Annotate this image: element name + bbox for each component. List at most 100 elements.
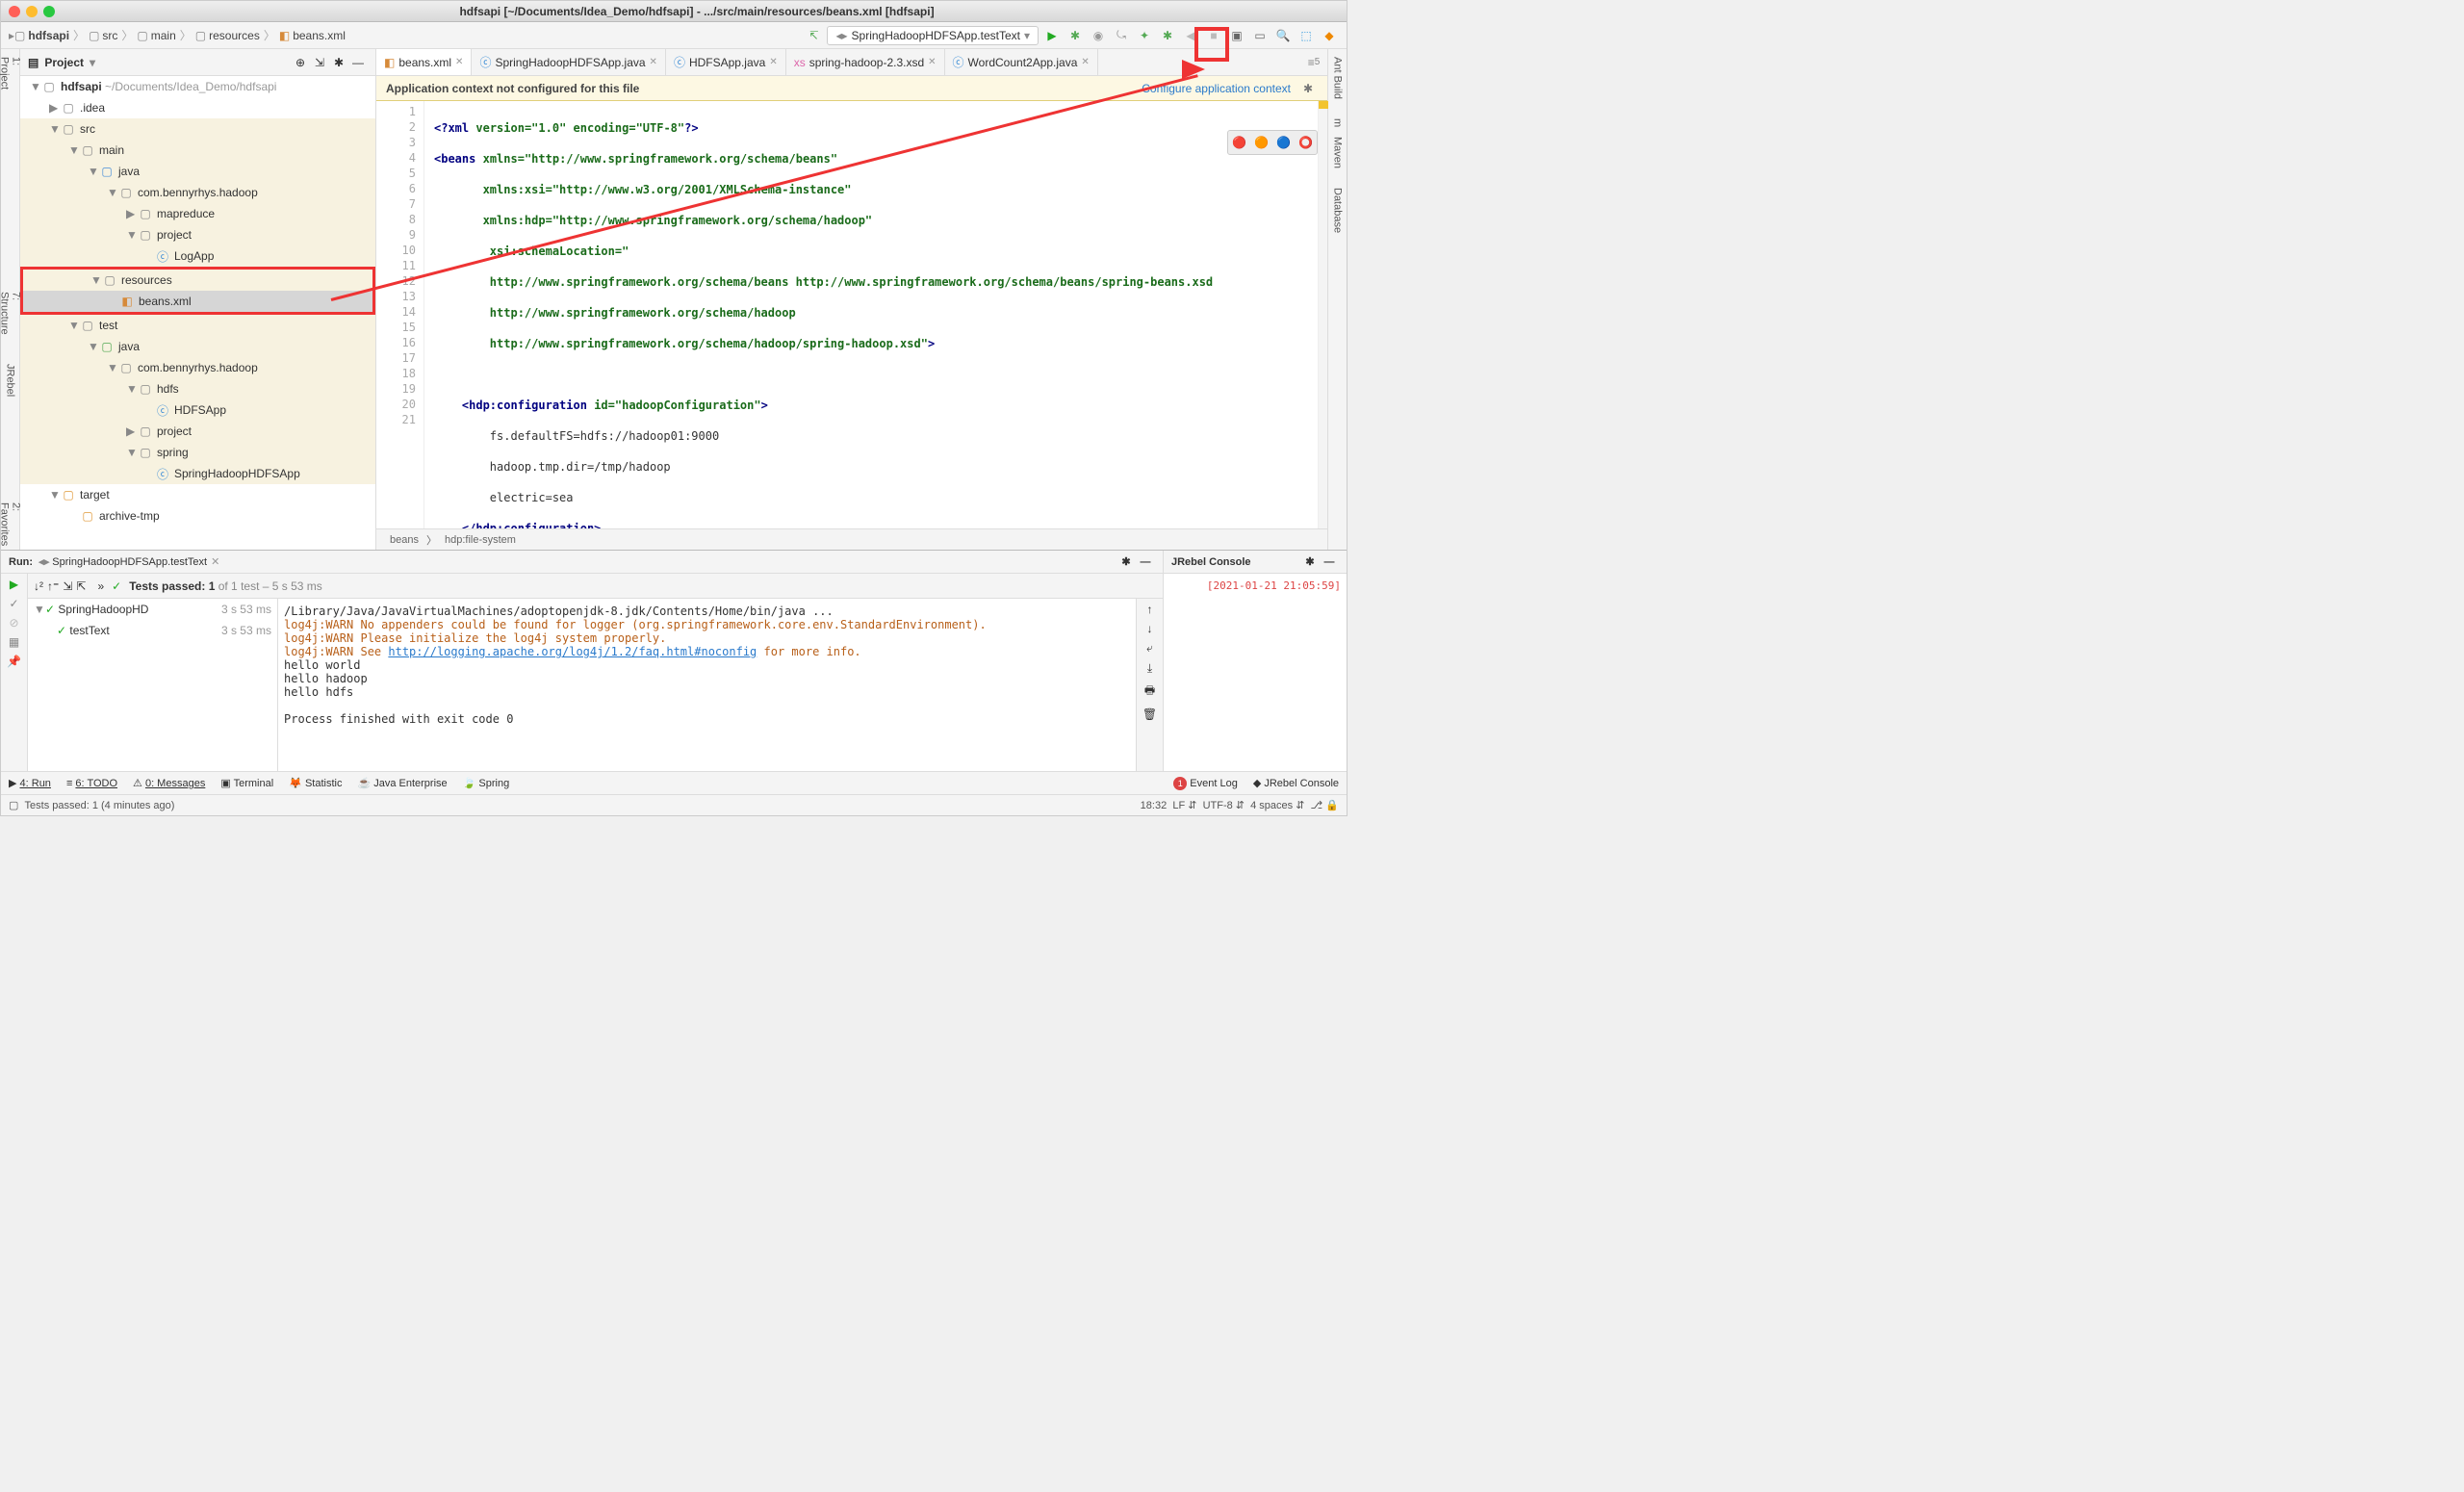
- git-branch-icon[interactable]: ⎇: [1311, 799, 1323, 811]
- terminal-tool-button[interactable]: ▣ Terminal: [220, 777, 273, 789]
- expand-icon[interactable]: ⇲: [63, 579, 72, 593]
- breadcrumb-item[interactable]: src: [102, 29, 117, 42]
- update-button[interactable]: ▣: [1227, 26, 1246, 45]
- stop-button[interactable]: ⊘: [9, 616, 18, 630]
- event-log-button[interactable]: 1 Event Log: [1173, 777, 1238, 790]
- tree-item[interactable]: java: [118, 165, 140, 178]
- locate-button[interactable]: ⊕: [291, 53, 310, 72]
- cursor-position[interactable]: 18:32: [1141, 800, 1168, 811]
- code-content[interactable]: <?xml version="1.0" encoding="UTF-8"?> <…: [424, 101, 1327, 528]
- sort-up-icon[interactable]: ↑⁼: [47, 579, 59, 593]
- tree-item[interactable]: src: [80, 122, 95, 136]
- close-icon[interactable]: ✕: [650, 57, 657, 67]
- attach-button[interactable]: ◀: [1181, 26, 1200, 45]
- todo-tool-button[interactable]: ≡ 6: TODO: [66, 778, 117, 789]
- jrebel-run-button[interactable]: ✦: [1135, 26, 1154, 45]
- breadcrumb-item[interactable]: beans.xml: [293, 29, 346, 42]
- close-icon[interactable]: ✕: [1081, 57, 1089, 67]
- crumb[interactable]: hdp:file-system: [445, 534, 516, 546]
- test-item[interactable]: testText: [69, 624, 109, 637]
- line-separator[interactable]: LF: [1172, 800, 1185, 811]
- statistic-tool-button[interactable]: 🦊 Statistic: [289, 777, 342, 789]
- tree-item[interactable]: .idea: [80, 101, 105, 115]
- editor-breadcrumb[interactable]: beans 〉 hdp:file-system: [376, 528, 1327, 550]
- maximize-window-button[interactable]: [43, 6, 55, 17]
- project-tool-button[interactable]: 1: Project: [0, 57, 22, 90]
- tree-item[interactable]: com.bennyrhys.hadoop: [138, 361, 258, 374]
- error-stripe[interactable]: [1318, 101, 1327, 528]
- status-icon[interactable]: ▢: [9, 799, 18, 811]
- javaee-tool-button[interactable]: ☕ Java Enterprise: [357, 777, 447, 789]
- gear-icon[interactable]: ✱: [1298, 79, 1318, 98]
- tab-wordcount[interactable]: ⓒWordCount2App.java✕: [945, 49, 1098, 76]
- toggle-pass-button[interactable]: ✓: [9, 597, 18, 610]
- messages-tool-button[interactable]: ⚠ 0: Messages: [133, 777, 205, 789]
- tree-item[interactable]: com.bennyrhys.hadoop: [138, 186, 258, 199]
- tree-item[interactable]: test: [99, 319, 117, 332]
- build-button[interactable]: ↸: [804, 26, 823, 45]
- layout-button[interactable]: ▦: [9, 635, 19, 649]
- minimize-window-button[interactable]: [26, 6, 38, 17]
- test-root[interactable]: SpringHadoopHD: [58, 603, 148, 616]
- chrome-icon[interactable]: 🔴: [1232, 135, 1246, 150]
- collapse-icon[interactable]: ⇱: [76, 579, 86, 593]
- tree-item[interactable]: spring: [157, 446, 189, 459]
- tree-item[interactable]: main: [99, 143, 124, 157]
- jrebel-tool-button[interactable]: JRebel: [5, 364, 16, 397]
- spring-tool-button[interactable]: 🍃 Spring: [463, 777, 510, 789]
- breadcrumb-item[interactable]: hdfsapi: [28, 29, 69, 42]
- profile-button[interactable]: ⤿: [1112, 26, 1131, 45]
- jrebel-console-button[interactable]: ◆ JRebel Console: [1253, 777, 1339, 789]
- safari-icon[interactable]: 🔵: [1276, 135, 1291, 150]
- close-icon[interactable]: ✕: [928, 57, 936, 67]
- tree-item[interactable]: hdfs: [157, 382, 179, 396]
- hide-button[interactable]: —: [348, 53, 368, 72]
- sort-down-icon[interactable]: ↓²: [34, 579, 43, 593]
- tree-item[interactable]: mapreduce: [157, 207, 215, 220]
- tree-item[interactable]: target: [80, 488, 110, 502]
- stop-button[interactable]: ■: [1204, 26, 1223, 45]
- jrebel-console[interactable]: [2021-01-21 21:05:59]: [1164, 574, 1347, 771]
- tab-spring[interactable]: ⓒSpringHadoopHDFSApp.java✕: [472, 49, 666, 76]
- bottom-tool-stripe[interactable]: ▶ 4: Run ≡ 6: TODO ⚠ 0: Messages ▣ Termi…: [1, 771, 1347, 794]
- close-icon[interactable]: ✕: [769, 57, 777, 67]
- test-tree[interactable]: ▼✓ SpringHadoopHD3 s 53 ms ✓ testText3 s…: [28, 599, 278, 771]
- tree-item[interactable]: java: [118, 340, 140, 353]
- editor-tabs[interactable]: ◧beans.xml✕ ⓒSpringHadoopHDFSApp.java✕ ⓒ…: [376, 49, 1327, 76]
- settings-icon[interactable]: ✱: [1300, 553, 1320, 572]
- code-editor[interactable]: 123456789101112131415161718192021 <?xml …: [376, 101, 1327, 528]
- hide-button[interactable]: —: [1320, 553, 1339, 572]
- breadcrumb-item[interactable]: resources: [209, 29, 260, 42]
- database-tool-button[interactable]: Database: [1332, 188, 1344, 233]
- close-window-button[interactable]: [9, 6, 20, 17]
- indent[interactable]: 4 spaces: [1250, 800, 1293, 811]
- banner-link[interactable]: Configure application context: [1142, 82, 1291, 95]
- favorites-tool-button[interactable]: 2: Favorites: [0, 502, 22, 546]
- lock-icon[interactable]: 🔒: [1325, 799, 1339, 811]
- print-icon[interactable]: 🖶: [1144, 682, 1155, 702]
- layout-button[interactable]: ▭: [1250, 26, 1270, 45]
- jrebel-icon[interactable]: ◆: [1320, 26, 1339, 45]
- tree-item[interactable]: archive-tmp: [99, 509, 160, 523]
- rerun-button[interactable]: ▶: [10, 578, 18, 591]
- breadcrumb-item[interactable]: main: [151, 29, 176, 42]
- tabs-dropdown-icon[interactable]: ≡5: [1308, 53, 1327, 72]
- structure-tool-button[interactable]: 7: Structure: [0, 292, 22, 335]
- tree-item-selected[interactable]: beans.xml: [139, 295, 192, 308]
- clear-icon[interactable]: 🗑: [1142, 707, 1157, 721]
- settings-icon[interactable]: ✱: [329, 53, 348, 72]
- tree-item[interactable]: HDFSApp: [174, 403, 226, 417]
- search-everywhere-button[interactable]: 🔍: [1273, 26, 1293, 45]
- firefox-icon[interactable]: 🟠: [1254, 135, 1269, 150]
- down-icon[interactable]: ↓: [1147, 622, 1153, 635]
- up-icon[interactable]: ↑: [1147, 603, 1153, 616]
- wrap-icon[interactable]: ⤶: [1146, 641, 1153, 656]
- debug-button[interactable]: ✱: [1065, 26, 1085, 45]
- coverage-button[interactable]: ◉: [1089, 26, 1108, 45]
- tree-item[interactable]: SpringHadoopHDFSApp: [174, 467, 300, 480]
- scroll-icon[interactable]: ⤓: [1147, 661, 1152, 676]
- crumb[interactable]: beans: [390, 534, 419, 546]
- tree-root[interactable]: hdfsapi: [61, 80, 102, 93]
- output-link[interactable]: http://logging.apache.org/log4j/1.2/faq.…: [388, 645, 757, 658]
- run-button[interactable]: ▶: [1042, 26, 1062, 45]
